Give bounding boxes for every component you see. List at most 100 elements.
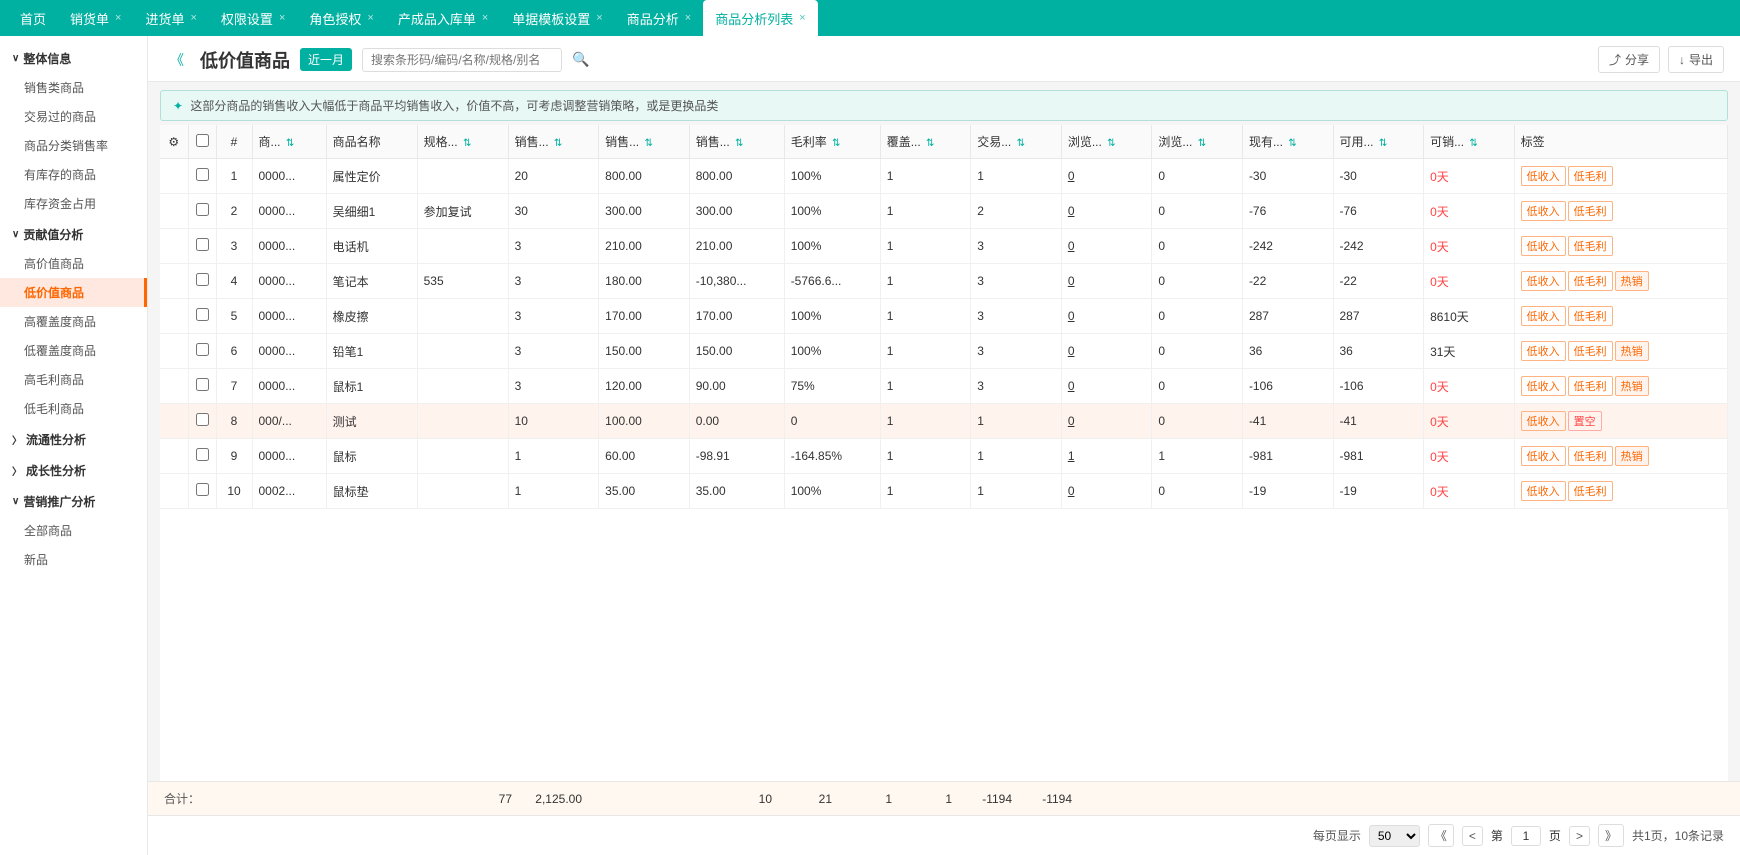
row-saleable: 0天 (1424, 369, 1515, 404)
row-gross-margin: 0 (784, 404, 880, 439)
row-checkbox[interactable] (188, 404, 216, 439)
column-sales-qty[interactable]: 销售... ⇅ (508, 125, 599, 159)
sidebar-item-low-coverage[interactable]: 低覆盖度商品 (0, 336, 147, 365)
nav-item-product-analysis[interactable]: 商品分析× (615, 0, 703, 36)
column-saleable[interactable]: 可销... ⇅ (1424, 125, 1515, 159)
row-view1[interactable]: 0 (1061, 474, 1152, 509)
sidebar-item-high-value[interactable]: 高价值商品 (0, 249, 147, 278)
row-view1[interactable]: 1 (1061, 439, 1152, 474)
row-checkbox[interactable] (188, 264, 216, 299)
share-button[interactable]: ⤴ 分享 (1598, 46, 1660, 73)
search-input[interactable] (362, 48, 562, 72)
column-name[interactable]: 商品名称 (326, 125, 417, 159)
row-checkbox[interactable] (188, 369, 216, 404)
column-coverage[interactable]: 覆盖... ⇅ (880, 125, 971, 159)
filter-recent-month-button[interactable]: 近一月 (300, 48, 352, 71)
row-view1[interactable]: 0 (1061, 404, 1152, 439)
summary-stock: -1194 (952, 792, 1012, 806)
sidebar-section-title-marketing[interactable]: ∨ 营销推广分析 (0, 487, 147, 516)
table-row: 7 0000... 鼠标1 3 120.00 90.00 75% 1 3 0 0… (160, 369, 1728, 404)
row-stock: 36 (1242, 334, 1333, 369)
sidebar-item-stocked-products[interactable]: 有库存的商品 (0, 160, 147, 189)
row-gear (160, 194, 188, 229)
close-icon[interactable]: × (685, 12, 691, 24)
collapse-sidebar-button[interactable]: 《 (164, 48, 190, 72)
column-view2[interactable]: 浏览... ⇅ (1152, 125, 1243, 159)
row-seq: 5 (216, 299, 252, 334)
nav-item-permissions[interactable]: 权限设置× (209, 0, 297, 36)
row-view1[interactable]: 0 (1061, 369, 1152, 404)
sidebar-item-new-products[interactable]: 新品 (0, 545, 147, 574)
sidebar-item-sales-products[interactable]: 销售类商品 (0, 73, 147, 102)
row-gear (160, 439, 188, 474)
select-all-checkbox[interactable] (196, 134, 209, 147)
page-size-select[interactable]: 50 100 (1369, 825, 1420, 847)
sidebar-item-all-products[interactable]: 全部商品 (0, 516, 147, 545)
sidebar-section-title-overall[interactable]: ∨ 整体信息 (0, 44, 147, 73)
row-checkbox[interactable] (188, 439, 216, 474)
prev-page-button[interactable]: < (1462, 826, 1483, 846)
close-icon[interactable]: × (190, 12, 196, 24)
close-icon[interactable]: × (799, 12, 805, 24)
sidebar-section-title-circulation[interactable]: 〉 流通性分析 (0, 425, 147, 454)
row-coverage: 1 (880, 264, 971, 299)
column-stock[interactable]: 现有... ⇅ (1242, 125, 1333, 159)
last-page-button[interactable]: 》 (1598, 824, 1624, 847)
row-view1[interactable]: 0 (1061, 229, 1152, 264)
column-transaction[interactable]: 交易... ⇅ (971, 125, 1062, 159)
search-icon[interactable]: 🔍 (572, 51, 589, 68)
column-gross-margin[interactable]: 毛利率 ⇅ (784, 125, 880, 159)
row-available: -22 (1333, 264, 1424, 299)
nav-item-products[interactable]: 产成品入库单× (386, 0, 500, 36)
nav-item-purchase[interactable]: 进货单× (133, 0, 208, 36)
export-button[interactable]: ↓ 导出 (1668, 46, 1724, 73)
close-icon[interactable]: × (279, 12, 285, 24)
row-view1[interactable]: 0 (1061, 194, 1152, 229)
row-view1[interactable]: 0 (1061, 264, 1152, 299)
column-tags[interactable]: 标签 (1514, 125, 1727, 159)
sidebar-item-traded-products[interactable]: 交易过的商品 (0, 102, 147, 131)
column-view1[interactable]: 浏览... ⇅ (1061, 125, 1152, 159)
row-code: 0000... (252, 334, 326, 369)
row-sales-qty: 10 (508, 404, 599, 439)
sidebar-item-high-margin[interactable]: 高毛利商品 (0, 365, 147, 394)
row-checkbox[interactable] (188, 229, 216, 264)
close-icon[interactable]: × (596, 12, 602, 24)
sidebar-section-title-growth[interactable]: 〉 成长性分析 (0, 456, 147, 485)
row-checkbox[interactable] (188, 159, 216, 194)
nav-item-analysis-list[interactable]: 商品分析列表× (703, 0, 817, 36)
sidebar-item-low-value[interactable]: 低价值商品 (0, 278, 147, 307)
column-code[interactable]: 商... ⇅ (252, 125, 326, 159)
row-checkbox[interactable] (188, 299, 216, 334)
sidebar-section-title-contribution[interactable]: ∨ 贡献值分析 (0, 220, 147, 249)
row-checkbox[interactable] (188, 194, 216, 229)
sidebar-item-inventory-funds[interactable]: 库存资金占用 (0, 189, 147, 218)
row-view1[interactable]: 0 (1061, 159, 1152, 194)
sidebar-item-category-sales-rate[interactable]: 商品分类销售率 (0, 131, 147, 160)
sidebar-item-low-margin[interactable]: 低毛利商品 (0, 394, 147, 423)
row-view1[interactable]: 0 (1061, 334, 1152, 369)
column-spec[interactable]: 规格... ⇅ (417, 125, 508, 159)
close-icon[interactable]: × (367, 12, 373, 24)
close-icon[interactable]: × (482, 12, 488, 24)
column-sales-amount[interactable]: 销售... ⇅ (689, 125, 784, 159)
nav-item-templates[interactable]: 单据模板设置× (500, 0, 614, 36)
column-sales-price[interactable]: 销售... ⇅ (599, 125, 690, 159)
nav-item-home[interactable]: 首页 (8, 0, 58, 36)
nav-item-sales[interactable]: 销货单× (58, 0, 133, 36)
row-checkbox[interactable] (188, 474, 216, 509)
row-view2: 0 (1152, 229, 1243, 264)
column-gear[interactable]: ⚙ (160, 125, 188, 159)
row-stock: 287 (1242, 299, 1333, 334)
row-checkbox[interactable] (188, 334, 216, 369)
close-icon[interactable]: × (115, 12, 121, 24)
column-checkbox[interactable] (188, 125, 216, 159)
sidebar-item-high-coverage[interactable]: 高覆盖度商品 (0, 307, 147, 336)
next-page-button[interactable]: > (1569, 826, 1590, 846)
nav-item-roles[interactable]: 角色授权× (297, 0, 385, 36)
row-sales-price: 210.00 (599, 229, 690, 264)
column-available[interactable]: 可用... ⇅ (1333, 125, 1424, 159)
row-view1[interactable]: 0 (1061, 299, 1152, 334)
current-page-number[interactable]: 1 (1511, 826, 1541, 846)
first-page-button[interactable]: 《 (1428, 824, 1454, 847)
